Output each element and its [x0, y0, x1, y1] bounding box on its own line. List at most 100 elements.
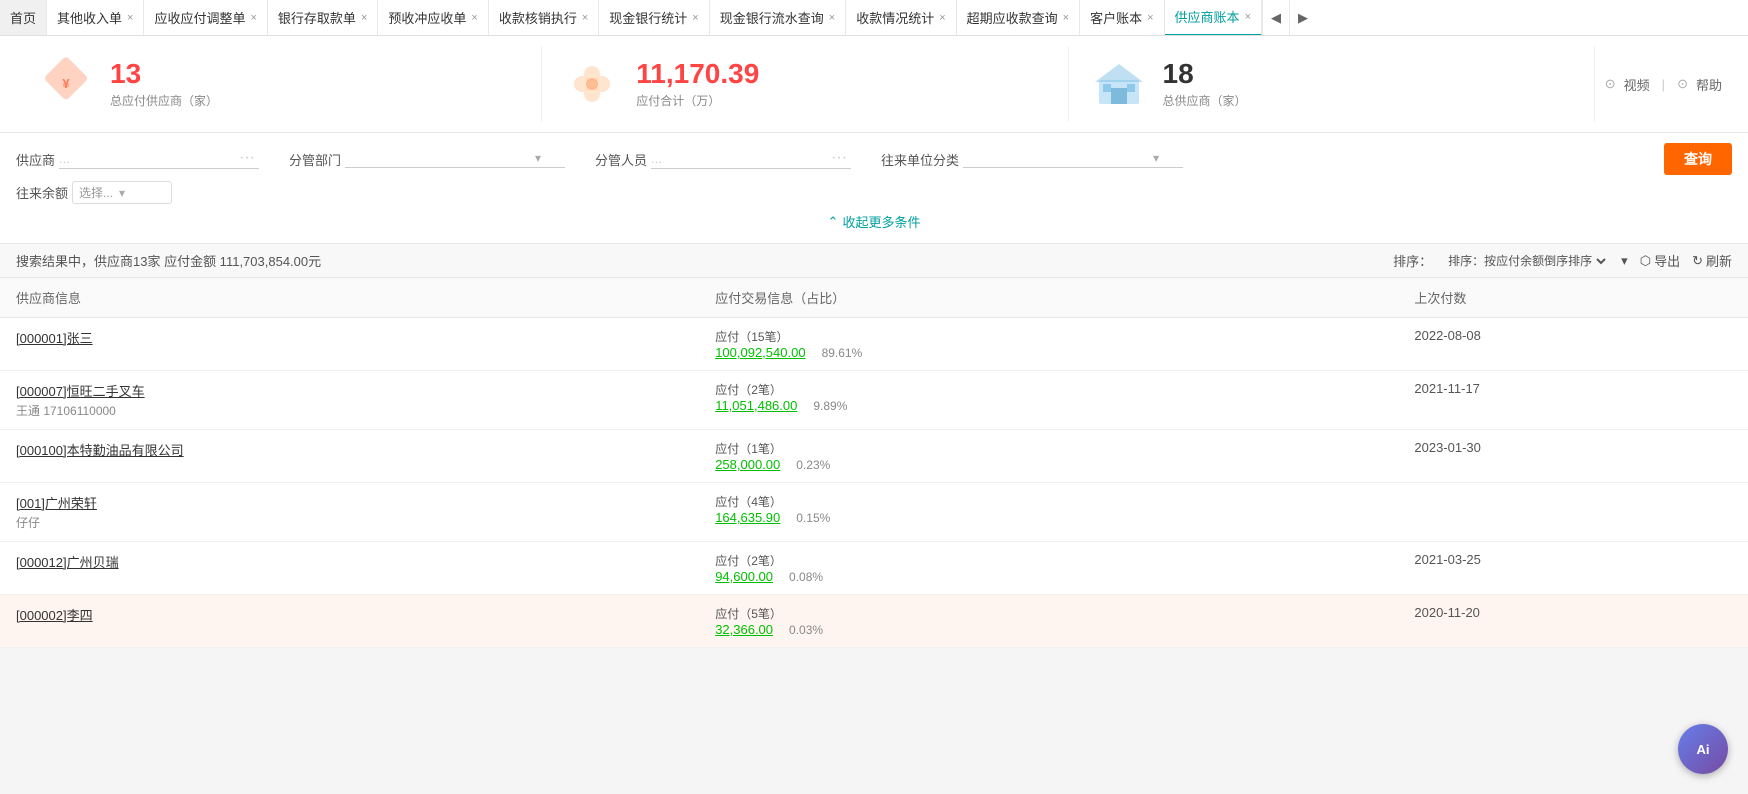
- summary-card-ap-total: 11,170.39 应付合计（万）: [542, 46, 1068, 122]
- dept-input[interactable]: [345, 151, 535, 166]
- dept-chevron-icon[interactable]: [535, 151, 541, 165]
- amount-link-1[interactable]: 100,092,540.00: [715, 345, 805, 360]
- ap-suppliers-label: 总应付供应商（家）: [110, 92, 521, 109]
- circle-video-icon: ⊙: [1605, 76, 1616, 92]
- th-supplier-info: 供应商信息: [0, 278, 699, 318]
- supplier-cell-3: [000100]本特勤油品有限公司: [0, 430, 699, 483]
- results-bar: 搜索结果中，供应商13家 应付金额 111,703,854.00元 排序： 排序…: [0, 244, 1748, 278]
- circle-help-icon: ⊙: [1677, 76, 1688, 92]
- sort-chevron-icon: ▾: [1621, 253, 1628, 269]
- person-input-wrapper: ···: [651, 149, 851, 169]
- supplier-link-3[interactable]: [000100]本特勤油品有限公司: [16, 443, 184, 458]
- balance-select-value: 选择...: [79, 184, 113, 201]
- tx-cell-4: 应付（4笔） 164,635.90 0.15%: [699, 483, 1398, 542]
- supplier-input[interactable]: [59, 151, 239, 166]
- nav-tab-home[interactable]: 首页: [0, 0, 47, 36]
- ap-suppliers-number: 13: [110, 60, 521, 88]
- amount-link-3[interactable]: 258,000.00: [715, 457, 780, 472]
- nav-tab-other-income-close[interactable]: ×: [127, 12, 133, 24]
- supplier-link-5[interactable]: [000012]广州贝瑞: [16, 555, 119, 570]
- nav-tab-supplier-account-close[interactable]: ×: [1245, 11, 1251, 23]
- balance-chevron-icon: [119, 186, 125, 200]
- nav-tab-advance-collect[interactable]: 预收冲应收单 ×: [378, 0, 488, 36]
- nav-tab-cash-bank-stat-label: 现金银行统计: [609, 8, 687, 27]
- supplier-filter-label: 供应商: [16, 150, 55, 169]
- nav-tab-overdue-collect-label: 超期应收款查询: [967, 8, 1058, 27]
- export-label: 导出: [1654, 251, 1680, 270]
- supplier-link-6[interactable]: [000002]李四: [16, 608, 93, 623]
- nav-tab-collect-check-label: 收款核销执行: [499, 8, 577, 27]
- nav-tab-supplier-account[interactable]: 供应商账本 ×: [1165, 0, 1262, 36]
- nav-tab-overdue-collect[interactable]: 超期应收款查询 ×: [957, 0, 1080, 36]
- person-input[interactable]: [651, 151, 831, 166]
- amount-link-4[interactable]: 164,635.90: [715, 510, 780, 525]
- filter-supplier: 供应商 ···: [16, 149, 259, 169]
- nav-tab-customer-account[interactable]: 客户账本 ×: [1080, 0, 1164, 36]
- percent-4: 0.15%: [796, 511, 830, 525]
- nav-tab-bank-deposit-close[interactable]: ×: [361, 12, 367, 24]
- supplier-sub-4: 仔仔: [16, 514, 683, 531]
- results-right: 排序： 排序：按应付余额倒序排序 ▾ ⬡ 导出 ↻ 刷新: [1393, 251, 1732, 270]
- nav-tab-other-income[interactable]: 其他收入单 ×: [47, 0, 144, 36]
- nav-tab-ap-adjust[interactable]: 应收应付调整单 ×: [144, 0, 267, 36]
- last-pay-cell-5: 2021-03-25: [1398, 542, 1748, 595]
- nav-tab-collect-stat[interactable]: 收款情况统计 ×: [846, 0, 956, 36]
- percent-6: 0.03%: [789, 623, 823, 637]
- nav-tab-cash-bank-flow-close[interactable]: ×: [829, 12, 835, 24]
- nav-tab-customer-account-close[interactable]: ×: [1147, 12, 1153, 24]
- svg-text:¥: ¥: [62, 76, 70, 91]
- balance-select-wrapper[interactable]: 选择...: [72, 181, 172, 204]
- supplier-cell-6: [000002]李四: [0, 595, 699, 648]
- ai-label: Ai: [1697, 742, 1710, 757]
- nav-tab-ap-adjust-close[interactable]: ×: [250, 12, 256, 24]
- nav-prev-btn[interactable]: ◀: [1262, 0, 1289, 36]
- nav-tab-supplier-account-label: 供应商账本: [1175, 7, 1240, 26]
- ai-badge[interactable]: Ai: [1678, 724, 1728, 774]
- nav-tab-collect-check[interactable]: 收款核销执行 ×: [489, 0, 599, 36]
- nav-next-btn[interactable]: ▶: [1289, 0, 1316, 36]
- refresh-label: 刷新: [1706, 251, 1732, 270]
- supplier-link-1[interactable]: [000001]张三: [16, 331, 93, 346]
- amount-link-6[interactable]: 32,366.00: [715, 622, 773, 637]
- nav-tab-bank-deposit[interactable]: 银行存取款单 ×: [268, 0, 378, 36]
- tx-label-2: 应付（2笔）: [715, 381, 1382, 398]
- category-input[interactable]: [963, 151, 1153, 166]
- refresh-button[interactable]: ↻ 刷新: [1692, 251, 1732, 270]
- results-summary-text: 搜索结果中，供应商13家 应付金额 111,703,854.00元: [16, 251, 321, 270]
- query-button[interactable]: 查询: [1664, 143, 1732, 175]
- amount-link-2[interactable]: 11,051,486.00: [715, 398, 797, 413]
- export-button[interactable]: ⬡ 导出: [1640, 251, 1680, 270]
- nav-tab-advance-collect-close[interactable]: ×: [471, 12, 477, 24]
- last-pay-date-6: 2020-11-20: [1414, 605, 1480, 620]
- help-link[interactable]: 帮助: [1696, 75, 1722, 94]
- sort-select[interactable]: 排序：按应付余额倒序排序: [1444, 253, 1609, 269]
- supplier-dots-icon[interactable]: ···: [239, 149, 255, 167]
- nav-tab-cash-bank-stat[interactable]: 现金银行统计 ×: [599, 0, 709, 36]
- last-pay-cell-3: 2023-01-30: [1398, 430, 1748, 483]
- amount-link-5[interactable]: 94,600.00: [715, 569, 773, 584]
- last-pay-cell-6: 2020-11-20: [1398, 595, 1748, 648]
- video-link[interactable]: 视频: [1624, 75, 1650, 94]
- nav-tab-cash-bank-flow-label: 现金银行流水查询: [720, 8, 824, 27]
- nav-tab-collect-check-close[interactable]: ×: [582, 12, 588, 24]
- nav-tab-cash-bank-stat-close[interactable]: ×: [692, 12, 698, 24]
- category-chevron-icon[interactable]: [1153, 151, 1159, 165]
- supplier-link-4[interactable]: [001]广州荣轩: [16, 496, 97, 511]
- top-right-links: ⊙ 视频 | ⊙ 帮助: [1595, 46, 1732, 122]
- nav-tab-overdue-collect-close[interactable]: ×: [1063, 12, 1069, 24]
- balance-filter-label: 往来余额: [16, 183, 68, 202]
- person-dots-icon[interactable]: ···: [831, 149, 847, 167]
- collapse-button[interactable]: ⌃ 收起更多条件: [16, 212, 1732, 231]
- table-body: [000001]张三 应付（15笔） 100,092,540.00 89.61%…: [0, 318, 1748, 648]
- supplier-link-2[interactable]: [000007]恒旺二手叉车: [16, 384, 145, 399]
- last-pay-date-5: 2021-03-25: [1414, 552, 1481, 567]
- nav-tab-ap-adjust-label: 应收应付调整单: [154, 8, 245, 27]
- nav-tab-collect-stat-close[interactable]: ×: [939, 12, 945, 24]
- tx-cell-3: 应付（1笔） 258,000.00 0.23%: [699, 430, 1398, 483]
- nav-tab-cash-bank-flow[interactable]: 现金银行流水查询 ×: [710, 0, 846, 36]
- person-filter-label: 分管人员: [595, 150, 647, 169]
- supplier-cell-1: [000001]张三: [0, 318, 699, 371]
- filter-person: 分管人员 ···: [595, 149, 851, 169]
- flower-icon: [562, 54, 622, 114]
- table-row: [000001]张三 应付（15笔） 100,092,540.00 89.61%…: [0, 318, 1748, 371]
